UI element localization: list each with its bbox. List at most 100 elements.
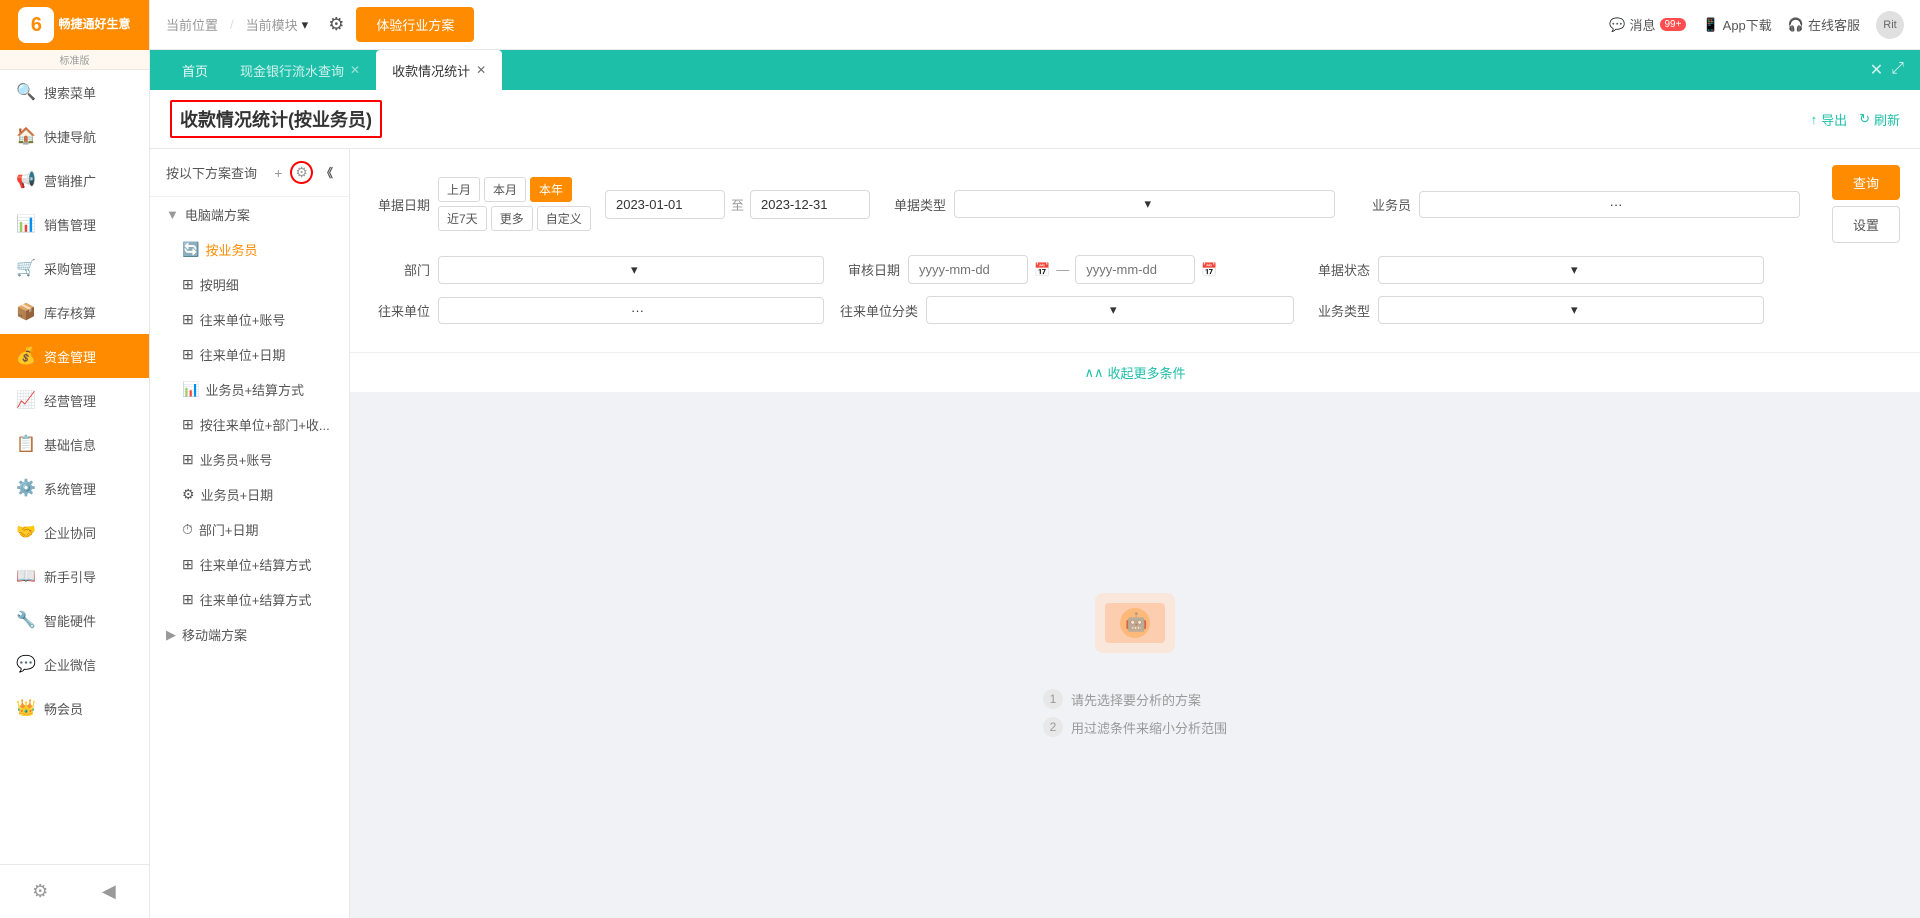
scheme-item-partner-settlement2[interactable]: ⊞ 往来单位+结算方式: [150, 582, 349, 617]
main-content: 当前位置 / 当前模块 ▾ ⚙ 体验行业方案 💬 消息 99+ 📱 App下载: [150, 0, 1920, 918]
operations-icon: 📈: [16, 390, 36, 410]
doc-status-label: 单据状态: [1310, 260, 1370, 279]
message-item[interactable]: 💬 消息 99+: [1609, 15, 1686, 34]
gear-icon[interactable]: ⚙: [328, 14, 344, 35]
sidebar-item-wechat[interactable]: 💬 企业微信: [0, 642, 149, 686]
scheme-item-partner-dept[interactable]: ⊞ 按往来单位+部门+收...: [150, 407, 349, 442]
sidebar-item-inventory[interactable]: 📦 库存核算: [0, 290, 149, 334]
date-btn-7days[interactable]: 近7天: [438, 206, 487, 231]
tab-expand-icon[interactable]: ⤢: [1891, 60, 1904, 80]
tab-home[interactable]: 首页: [166, 50, 224, 90]
sidebar-item-marketing[interactable]: 📢 营销推广: [0, 158, 149, 202]
page-header-actions: ↑ 导出 ↻ 刷新: [1811, 110, 1900, 129]
phone-icon: 📱: [1702, 17, 1718, 33]
sidebar-item-sales[interactable]: 📊 销售管理: [0, 202, 149, 246]
doc-type-select[interactable]: ▾: [954, 190, 1335, 218]
scheme-group-mobile-header[interactable]: ▶ 移动端方案: [150, 617, 349, 652]
salesperson-select[interactable]: ···: [1419, 191, 1800, 218]
salesperson-more-icon: ···: [1610, 197, 1790, 212]
date-btn-more[interactable]: 更多: [491, 206, 533, 231]
breadcrumb: 当前位置: [166, 15, 218, 34]
scheme-item-by-salesperson[interactable]: 🔄 按业务员: [150, 232, 349, 267]
scheme-group-desktop-header[interactable]: ▼ 电脑端方案: [150, 197, 349, 232]
user-avatar[interactable]: Rit: [1876, 11, 1904, 39]
empty-illustration: 🤖: [1075, 573, 1195, 673]
sidebar-collapse-button[interactable]: ◀: [79, 875, 140, 908]
scheme-settings-icon[interactable]: ⚙: [290, 161, 313, 184]
mobile-arrow-icon: ▶: [166, 627, 176, 643]
tab-bank-flow[interactable]: 现金银行流水查询 ✕: [224, 50, 376, 90]
scheme-item-partner-account[interactable]: ⊞ 往来单位+账号: [150, 302, 349, 337]
sidebar-item-search-menu[interactable]: 🔍 搜索菜单: [0, 70, 149, 114]
date-label: 单据日期: [370, 195, 430, 214]
audit-date-to-icon[interactable]: 📅: [1201, 262, 1217, 278]
basic-info-icon: 📋: [16, 434, 36, 454]
biz-type-select[interactable]: ▾: [1378, 296, 1764, 324]
dropdown-arrow-icon: ▾: [302, 17, 309, 33]
date-from-input[interactable]: [605, 190, 725, 219]
add-scheme-icon[interactable]: +: [274, 165, 282, 181]
guide-icon: 📖: [16, 566, 36, 586]
scheme-item-dept-date[interactable]: ⏱ 部门+日期: [150, 512, 349, 547]
sidebar-item-operations[interactable]: 📈 经营管理: [0, 378, 149, 422]
panel-collapse-icon[interactable]: 《: [321, 164, 333, 181]
app-download-item[interactable]: 📱 App下载: [1702, 15, 1771, 34]
audit-date-range: 📅 — 📅: [908, 255, 1217, 284]
sidebar-item-quick-nav[interactable]: 🏠 快捷导航: [0, 114, 149, 158]
tab-collection-close[interactable]: ✕: [476, 63, 486, 77]
scheme-item-salesperson-date[interactable]: ⚙ 业务员+日期: [150, 477, 349, 512]
tab-controls: ✕ ⤢: [1870, 60, 1904, 80]
sidebar-edition: 标准版: [0, 50, 149, 70]
settings-button[interactable]: 设置: [1832, 206, 1900, 243]
sidebar: 6 畅捷通好生意 标准版 🔍 搜索菜单 🏠 快捷导航 📢 营销推广 📊 销售管理: [0, 0, 150, 918]
export-icon: ↑: [1811, 112, 1818, 127]
scheme-item-partner-settlement1[interactable]: ⊞ 往来单位+结算方式: [150, 547, 349, 582]
scheme-item-partner-date[interactable]: ⊞ 往来单位+日期: [150, 337, 349, 372]
sidebar-item-basic-info[interactable]: 📋 基础信息: [0, 422, 149, 466]
sidebar-item-system[interactable]: ⚙️ 系统管理: [0, 466, 149, 510]
partner-category-select[interactable]: ▾: [926, 296, 1294, 324]
dept-select[interactable]: ▾: [438, 256, 824, 284]
export-button[interactable]: ↑ 导出: [1811, 110, 1848, 129]
scheme-item-salesperson-settlement[interactable]: 📊 业务员+结算方式: [150, 372, 349, 407]
scheme-item-salesperson-account[interactable]: ⊞ 业务员+账号: [150, 442, 349, 477]
sidebar-item-guide[interactable]: 📖 新手引导: [0, 554, 149, 598]
filter-row-3: 往来单位 ··· 往来单位分类 ▾: [370, 296, 1900, 324]
tip-1-number: 1: [1043, 689, 1063, 709]
query-panel-header: 按以下方案查询 + ⚙ 《: [150, 149, 349, 197]
system-icon: ⚙️: [16, 478, 36, 498]
trial-btn[interactable]: 体验行业方案: [356, 7, 474, 42]
page-header: 收款情况统计(按业务员) ↑ 导出 ↻ 刷新: [150, 90, 1920, 149]
header-dropdown[interactable]: 当前模块 ▾: [246, 15, 309, 34]
doc-type-field: 单据类型 ▾: [886, 190, 1335, 218]
collapse-bar: ∧∧ 收起更多条件: [350, 352, 1920, 392]
sidebar-item-member[interactable]: 👑 畅会员: [0, 686, 149, 730]
sidebar-item-finance[interactable]: 💰 资金管理: [0, 334, 149, 378]
doc-status-select[interactable]: ▾: [1378, 256, 1764, 284]
sidebar-item-purchase[interactable]: 🛒 采购管理: [0, 246, 149, 290]
sidebar-item-enterprise[interactable]: 🤝 企业协同: [0, 510, 149, 554]
date-btn-this-year[interactable]: 本年: [530, 177, 572, 202]
audit-date-from-input[interactable]: [908, 255, 1028, 284]
partner-date-icon: ⊞: [182, 346, 194, 363]
svg-text:🤖: 🤖: [1125, 611, 1147, 632]
sidebar-item-smart-hw[interactable]: 🔧 智能硬件: [0, 598, 149, 642]
tab-bank-flow-close[interactable]: ✕: [350, 63, 360, 77]
audit-date-from-icon[interactable]: 📅: [1034, 262, 1050, 278]
tab-close-all-icon[interactable]: ✕: [1870, 60, 1883, 80]
refresh-button[interactable]: ↻ 刷新: [1859, 110, 1900, 129]
online-service-item[interactable]: 🎧 在线客服: [1788, 15, 1860, 34]
collapse-button[interactable]: ∧∧ 收起更多条件: [1084, 363, 1185, 382]
date-to-input[interactable]: [750, 190, 870, 219]
partner-more-icon: ···: [631, 303, 813, 318]
date-btn-this-month[interactable]: 本月: [484, 177, 526, 202]
partner-select[interactable]: ···: [438, 297, 824, 324]
scheme-item-by-detail[interactable]: ⊞ 按明细: [150, 267, 349, 302]
date-btn-last-month[interactable]: 上月: [438, 177, 480, 202]
sidebar-settings-button[interactable]: ⚙: [10, 875, 71, 908]
enterprise-icon: 🤝: [16, 522, 36, 542]
tab-collection[interactable]: 收款情况统计 ✕: [376, 50, 502, 90]
date-btn-custom[interactable]: 自定义: [537, 206, 591, 231]
audit-date-to-input[interactable]: [1075, 255, 1195, 284]
query-button[interactable]: 查询: [1832, 165, 1900, 200]
